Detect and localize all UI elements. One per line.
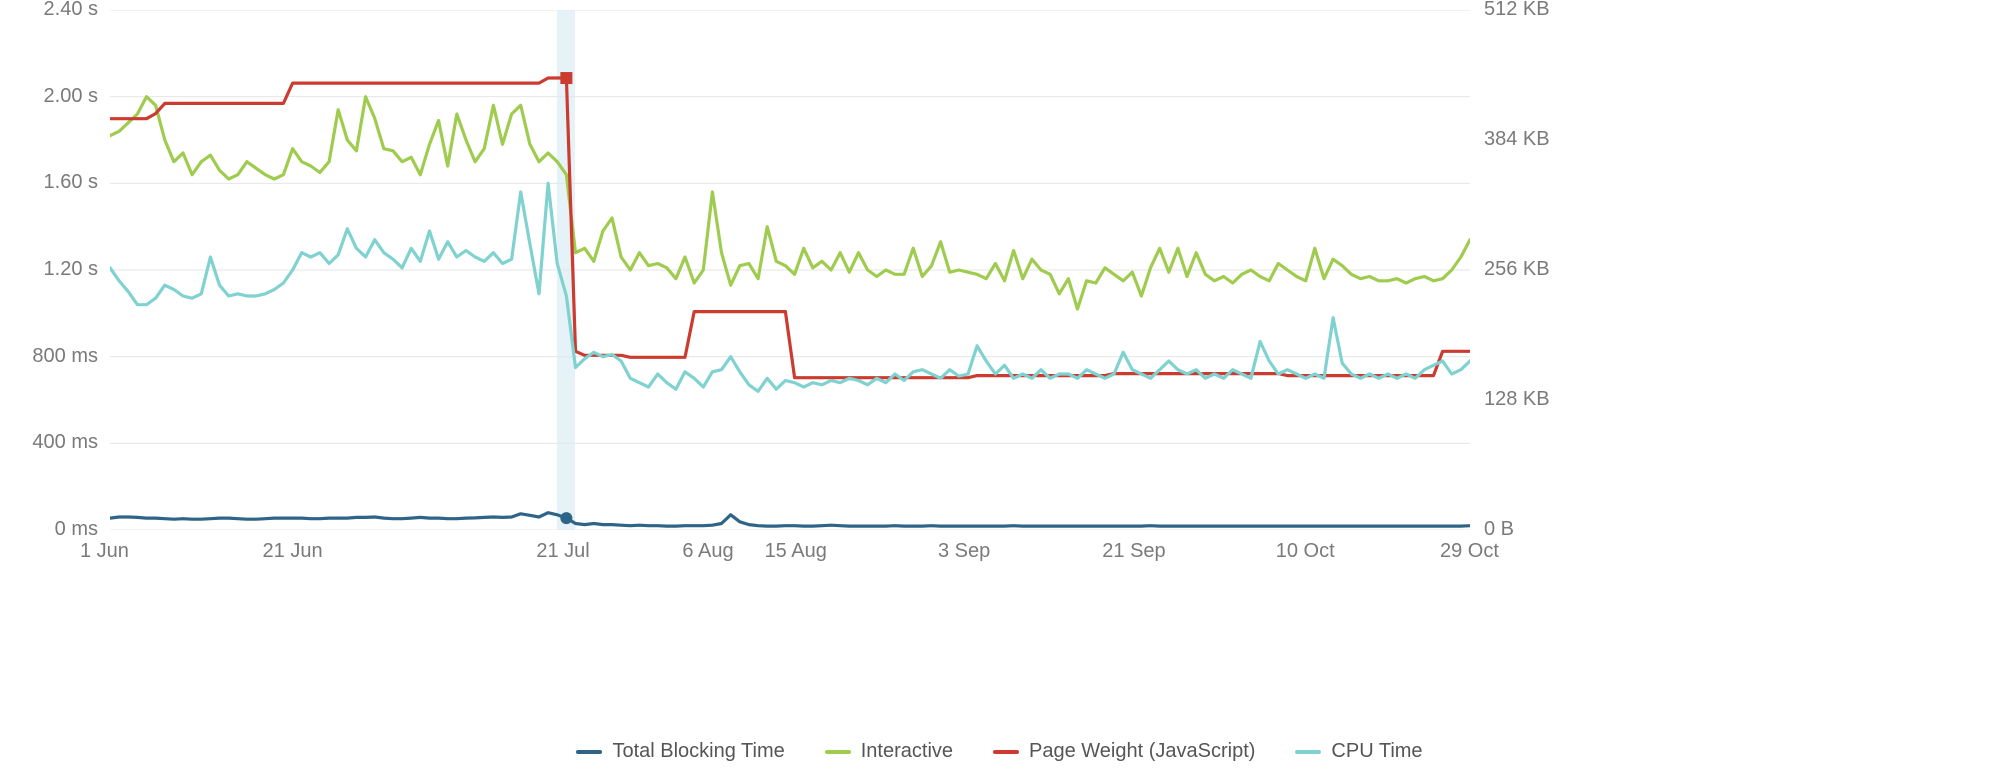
- y-left-tick: 2.40 s: [44, 0, 98, 21]
- y-left-tick: 1.20 s: [44, 258, 98, 281]
- y-left-tick: 0 ms: [55, 518, 98, 541]
- x-tick: 6 Aug: [682, 540, 733, 563]
- legend-item-interactive[interactable]: Interactive: [825, 740, 953, 763]
- y-right-tick: 0 B: [1484, 518, 1514, 541]
- y-left-tick: 400 ms: [32, 431, 98, 454]
- x-tick: 21 Jul: [536, 540, 589, 563]
- y-right-tick: 512 KB: [1484, 0, 1550, 21]
- y-left-tick: 2.00 s: [44, 85, 98, 108]
- x-tick: 3 Sep: [938, 540, 990, 563]
- y-left-tick: 800 ms: [32, 345, 98, 368]
- legend-item-cpu-time[interactable]: CPU Time: [1295, 740, 1422, 763]
- legend-swatch: [1295, 750, 1321, 754]
- legend-item-page-weight-javascript-[interactable]: Page Weight (JavaScript): [993, 740, 1255, 763]
- y-right-tick: 384 KB: [1484, 128, 1550, 151]
- legend-swatch: [825, 750, 851, 754]
- series-total-blocking-time[interactable]: [110, 513, 1470, 526]
- y-right-tick: 128 KB: [1484, 388, 1550, 411]
- x-tick: 1 Jun: [80, 540, 129, 563]
- legend-swatch: [993, 750, 1019, 754]
- plot-area[interactable]: [110, 10, 1470, 530]
- x-tick: 10 Oct: [1276, 540, 1335, 563]
- legend-item-total-blocking-time[interactable]: Total Blocking Time: [576, 740, 784, 763]
- chart-container: { "chart_data": { "type": "line", "x": […: [0, 0, 1999, 781]
- x-tick: 21 Jun: [263, 540, 323, 563]
- marker-circle: [560, 512, 572, 524]
- x-tick: 21 Sep: [1102, 540, 1165, 563]
- legend-label: Interactive: [861, 740, 953, 763]
- y-right-tick: 256 KB: [1484, 258, 1550, 281]
- x-tick: 29 Oct: [1440, 540, 1499, 563]
- series-cpu-time[interactable]: [110, 183, 1470, 391]
- legend-label: Total Blocking Time: [612, 740, 784, 763]
- x-tick: 15 Aug: [765, 540, 827, 563]
- legend-swatch: [576, 750, 602, 754]
- series-page-weight-javascript-[interactable]: [110, 78, 1470, 378]
- legend-label: Page Weight (JavaScript): [1029, 740, 1255, 763]
- marker-square: [560, 72, 572, 84]
- legend-label: CPU Time: [1331, 740, 1422, 763]
- y-left-tick: 1.60 s: [44, 171, 98, 194]
- data-series: [110, 78, 1470, 526]
- legend: Total Blocking Time Interactive Page Weigh…: [0, 740, 1999, 763]
- series-interactive[interactable]: [110, 97, 1470, 309]
